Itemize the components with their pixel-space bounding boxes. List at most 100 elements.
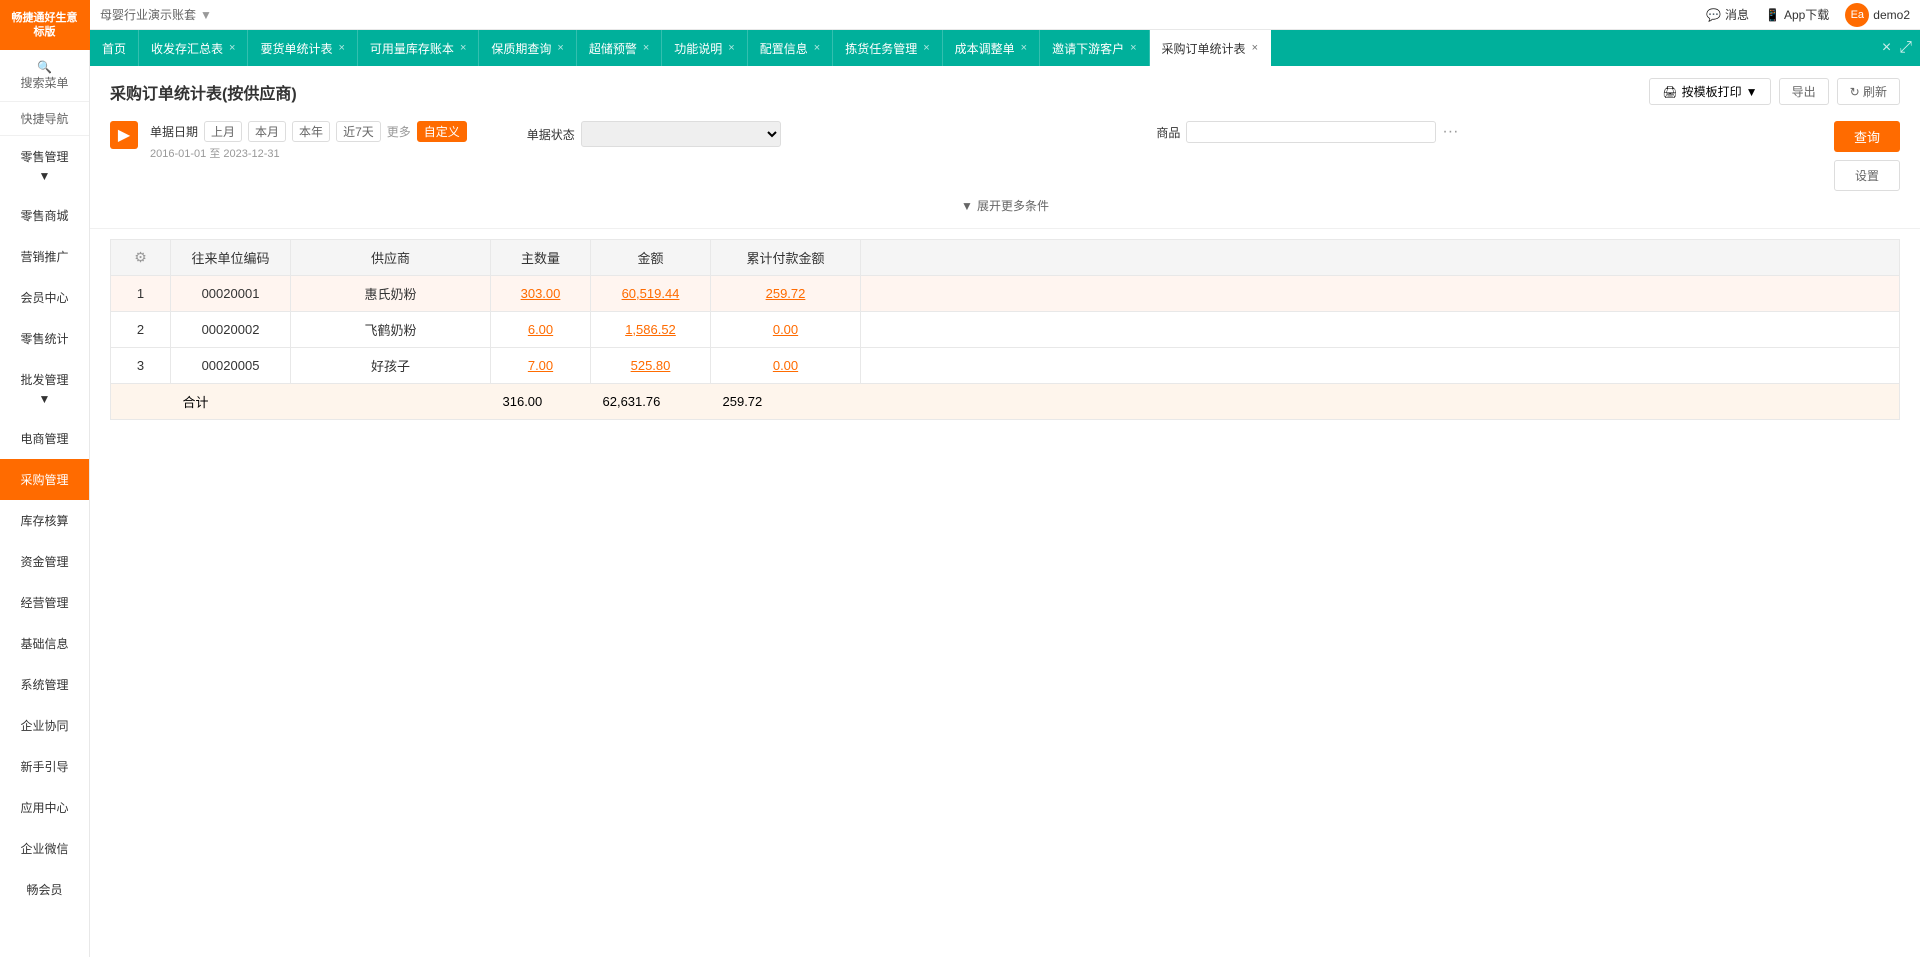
settings-icon[interactable]: ⚙ [134, 249, 147, 265]
sidebar-item-retail-stats[interactable]: 零售统计 [0, 318, 89, 359]
th-code: 往来单位编码 [171, 240, 291, 276]
date-this-month-btn[interactable]: 本月 [248, 121, 286, 142]
tab-close-icon[interactable]: × [229, 42, 235, 54]
avatar: Ea [1845, 3, 1869, 27]
tab-close-icon[interactable]: × [923, 42, 929, 54]
sidebar-item-batch-mgmt[interactable]: 批发管理 ▼ [0, 359, 89, 418]
cell-amount[interactable]: 60,519.44 [591, 276, 711, 312]
cell-qty[interactable]: 6.00 [491, 312, 591, 348]
product-input[interactable] [1186, 121, 1436, 143]
tab-available-stock[interactable]: 可用量库存账本 × [358, 30, 479, 66]
sidebar-item-app-center[interactable]: 应用中心 [0, 787, 89, 828]
cell-amount[interactable]: 1,586.52 [591, 312, 711, 348]
filter-toggle-button[interactable]: ▶ [110, 121, 138, 149]
tab-cost-adj[interactable]: 成本调整单 × [943, 30, 1040, 66]
sidebar-item-marketing[interactable]: 营销推广 [0, 236, 89, 277]
page-header: 采购订单统计表(按供应商) 🖨 按模板打印 ▼ 导出 ↻ 刷新 [90, 66, 1920, 113]
footer-paid: 259.72 [711, 384, 861, 420]
tab-close-icon[interactable]: × [1252, 42, 1258, 54]
sidebar-item-retail-shop[interactable]: 零售商城 [0, 195, 89, 236]
sidebar-item-sys-mgmt[interactable]: 系统管理 [0, 664, 89, 705]
date-last-month-btn[interactable]: 上月 [204, 121, 242, 142]
page-actions: 🖨 按模板打印 ▼ 导出 ↻ 刷新 [1649, 78, 1900, 105]
table-row: 2 00020002 飞鹤奶粉 6.00 1,586.52 0.00 [111, 312, 1900, 348]
tab-func-desc[interactable]: 功能说明 × [662, 30, 747, 66]
tab-close-icon[interactable]: × [557, 42, 563, 54]
table-footer-row: 合计 316.00 62,631.76 259.72 [111, 384, 1900, 420]
tab-collect-pay[interactable]: 收发存汇总表 × [139, 30, 248, 66]
sidebar-item-retail-mgmt[interactable]: 零售管理 ▼ [0, 136, 89, 195]
fullscreen-btn[interactable]: ⤢ [1899, 39, 1912, 57]
status-select[interactable] [581, 121, 781, 147]
cell-paid[interactable]: 0.00 [711, 312, 861, 348]
tab-close-icon[interactable]: × [643, 42, 649, 54]
date-custom-btn[interactable]: 自定义 [417, 121, 467, 142]
tab-home[interactable]: 首页 [90, 30, 139, 66]
sidebar-quicknav[interactable]: 快捷导航 [0, 102, 89, 136]
tab-close-icon[interactable]: × [1130, 42, 1136, 54]
chevron-down-icon: ▼ [39, 392, 51, 406]
filter-expand-btn[interactable]: ▼ 展开更多条件 [961, 197, 1049, 214]
sidebar-search[interactable]: 🔍 搜索菜单 [0, 50, 89, 102]
cell-qty[interactable]: 303.00 [491, 276, 591, 312]
table-row: 1 00020001 惠氏奶粉 303.00 60,519.44 259.72 [111, 276, 1900, 312]
sidebar-item-inventory[interactable]: 库存核算 [0, 500, 89, 541]
tab-pick-task[interactable]: 拣货任务管理 × [833, 30, 942, 66]
sidebar-item-weixin[interactable]: 企业微信 [0, 828, 89, 869]
chevron-down-icon: ▼ [39, 169, 51, 183]
tab-config-info[interactable]: 配置信息 × [748, 30, 833, 66]
cell-amount[interactable]: 525.80 [591, 348, 711, 384]
settings-button[interactable]: 设置 [1834, 160, 1900, 191]
tab-overstock-warn[interactable]: 超储预警 × [577, 30, 662, 66]
sidebar-item-member[interactable]: 会员中心 [0, 277, 89, 318]
sidebar-item-newbie[interactable]: 新手引导 [0, 746, 89, 787]
product-filter-label: 商品 [1156, 124, 1180, 141]
navtabs-end: × ⤢ [1882, 39, 1920, 57]
app-download-btn[interactable]: 📱 App下载 [1765, 6, 1829, 23]
user-profile[interactable]: Ea demo2 [1845, 3, 1910, 27]
export-button[interactable]: 导出 [1779, 78, 1829, 105]
print-button[interactable]: 🖨 按模板打印 ▼ [1649, 78, 1770, 105]
message-btn[interactable]: 💬 消息 [1706, 6, 1749, 23]
message-icon: 💬 [1706, 8, 1721, 22]
dropdown-arrow-icon: ▼ [1746, 85, 1758, 99]
sidebar-item-vip[interactable]: 畅会员 [0, 869, 89, 910]
th-qty: 主数量 [491, 240, 591, 276]
topbar: 母婴行业演示账套 ▼ 💬 消息 📱 App下载 Ea demo2 [90, 0, 1920, 30]
query-button[interactable]: 查询 [1834, 121, 1900, 152]
status-filter-label: 单据状态 [527, 126, 575, 143]
tab-purchase-order-stats[interactable]: 采购订单统计表 × [1150, 30, 1271, 66]
sidebar-item-ops-mgmt[interactable]: 经营管理 [0, 582, 89, 623]
sidebar-item-purchase-mgmt[interactable]: 采购管理 [0, 459, 89, 500]
cell-extra [861, 348, 1900, 384]
date-filter-section: 单据日期 上月 本月 本年 近7天 更多 自定义 2016-01-01 至 20… [150, 121, 467, 161]
tab-close-icon[interactable]: × [728, 42, 734, 54]
tab-close-icon[interactable]: × [1021, 42, 1027, 54]
sidebar-item-finance[interactable]: 资金管理 [0, 541, 89, 582]
close-tab-btn[interactable]: × [1882, 39, 1891, 57]
product-more-btn[interactable]: ··· [1442, 123, 1458, 141]
cell-supplier: 好孩子 [291, 348, 491, 384]
date-more-btn[interactable]: 更多 [387, 123, 411, 140]
cell-no: 2 [111, 312, 171, 348]
tab-shelf-life[interactable]: 保质期查询 × [479, 30, 576, 66]
date-7days-btn[interactable]: 近7天 [336, 121, 381, 142]
refresh-button[interactable]: ↻ 刷新 [1837, 78, 1900, 105]
th-amount: 金额 [591, 240, 711, 276]
th-paid: 累计付款金额 [711, 240, 861, 276]
tab-goods-stats[interactable]: 要货单统计表 × [248, 30, 357, 66]
cell-paid[interactable]: 0.00 [711, 348, 861, 384]
tab-invite-downstream[interactable]: 邀请下游客户 × [1040, 30, 1149, 66]
date-this-year-btn[interactable]: 本年 [292, 121, 330, 142]
tab-close-icon[interactable]: × [814, 42, 820, 54]
footer-label: 合计 [171, 384, 291, 420]
tab-close-icon[interactable]: × [338, 42, 344, 54]
sidebar-item-ecom-mgmt[interactable]: 电商管理 [0, 418, 89, 459]
sidebar-item-enterprise[interactable]: 企业协同 [0, 705, 89, 746]
tab-close-icon[interactable]: × [460, 42, 466, 54]
sidebar-item-basic-info[interactable]: 基础信息 [0, 623, 89, 664]
page-title: 采购订单统计表(按供应商) [110, 80, 297, 104]
cell-paid[interactable]: 259.72 [711, 276, 861, 312]
filter-expand-area: ▼ 展开更多条件 [110, 191, 1900, 220]
cell-qty[interactable]: 7.00 [491, 348, 591, 384]
